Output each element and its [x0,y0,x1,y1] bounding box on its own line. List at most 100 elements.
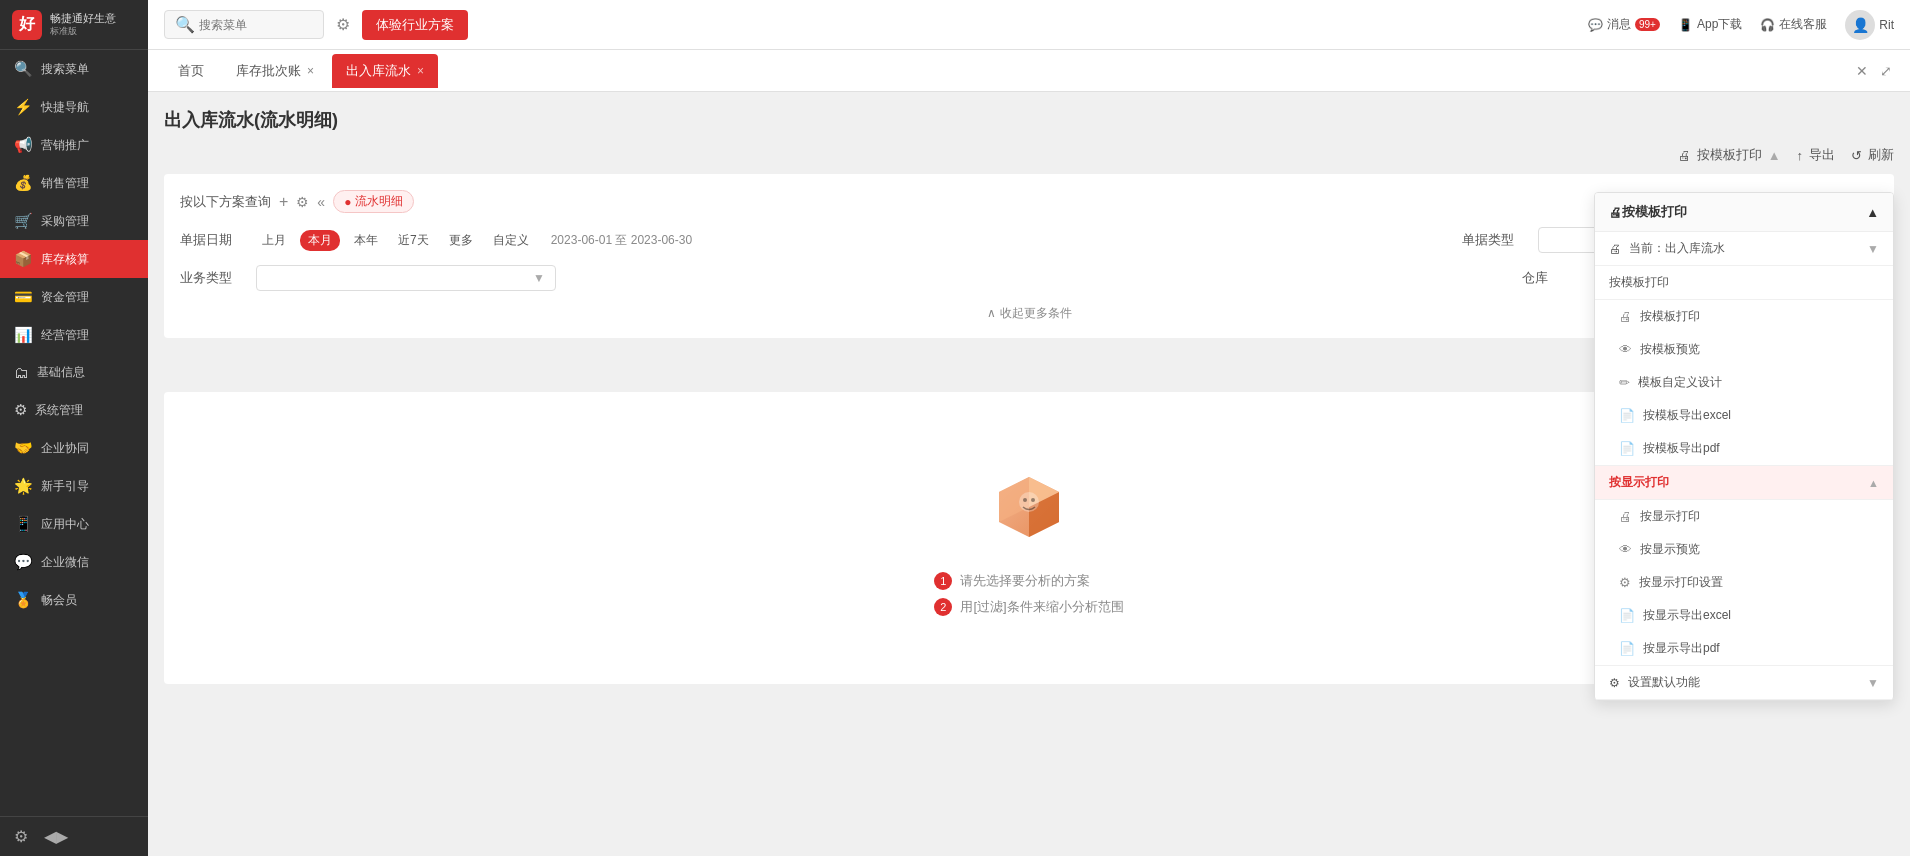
trial-btn[interactable]: 体验行业方案 [362,10,468,40]
date-btn-this-year[interactable]: 本年 [348,230,384,251]
display-print-settings-item[interactable]: ⚙ 按显示打印设置 [1595,566,1893,599]
sidebar-item-operations[interactable]: 📊 经营管理 [0,316,148,354]
display-section-label: 按显示打印 [1609,474,1669,491]
display-section-title[interactable]: 按显示打印 ▲ [1595,466,1893,500]
sidebar-item-inventory[interactable]: 📦 库存核算 [0,240,148,278]
messages-badge: 99+ [1635,18,1660,31]
app-download-label: App下载 [1697,16,1742,33]
sidebar-item-newbie[interactable]: 🌟 新手引导 [0,467,148,505]
template-custom-label: 模板自定义设计 [1638,374,1722,391]
sidebar-item-finance[interactable]: 💳 资金管理 [0,278,148,316]
sidebar-label-finance: 资金管理 [41,289,89,306]
sidebar-item-system[interactable]: ⚙ 系统管理 [0,391,148,429]
export-icon: ↑ [1797,148,1804,163]
topbar-app-download[interactable]: 📱 App下载 [1678,16,1742,33]
date-range-display: 2023-06-01 至 2023-06-30 [551,232,692,249]
date-btn-7days[interactable]: 近7天 [392,230,435,251]
collapse-btn[interactable]: ∧ 收起更多条件 [987,305,1072,322]
date-btn-last-month[interactable]: 上月 [256,230,292,251]
topbar-user[interactable]: 👤 Rit [1845,10,1894,40]
sidebar-item-quicknav[interactable]: ⚡ 快捷导航 [0,88,148,126]
message-icon: 💬 [1588,18,1603,32]
main-content: 🔍 ⚙ 体验行业方案 💬 消息 99+ 📱 App下载 🎧 在线客服 👤 Rit [148,0,1910,856]
sidebar-item-marketing[interactable]: 📢 营销推广 [0,126,148,164]
print-template-btn[interactable]: 🖨 按模板打印 ▲ [1678,146,1781,164]
template-custom-item[interactable]: ✏ 模板自定义设计 [1595,366,1893,399]
empty-step-2: 2 用[过滤]条件来缩小分析范围 [934,598,1123,616]
topbar-search-input[interactable] [199,18,319,32]
sidebar-item-basics[interactable]: 🗂 基础信息 [0,354,148,391]
sidebar-label-sales: 销售管理 [41,175,89,192]
filter-add-icon[interactable]: + [279,193,288,211]
sidebar-label-newbie: 新手引导 [41,478,89,495]
date-btn-custom[interactable]: 自定义 [487,230,535,251]
display-export-pdf-item[interactable]: 📄 按显示导出pdf [1595,632,1893,665]
sidebar-collapse-icon[interactable]: ◀▶ [44,827,68,846]
default-section[interactable]: ⚙ 设置默认功能 ▼ [1595,666,1893,700]
messages-label: 消息 [1607,16,1631,33]
template-print-label: 按模板打印 [1640,308,1700,325]
print-template-label: 按模板打印 [1697,146,1762,164]
topbar-online-service[interactable]: 🎧 在线客服 [1760,16,1827,33]
sidebar-item-membership[interactable]: 🏅 畅会员 [0,581,148,619]
template-preview-item[interactable]: 👁 按模板预览 [1595,333,1893,366]
date-btn-this-month[interactable]: 本月 [300,230,340,251]
template-print-item[interactable]: 🖨 按模板打印 [1595,300,1893,333]
sidebar-settings-icon[interactable]: ⚙ [14,827,28,846]
flow-detail-tag[interactable]: ● 流水明细 [333,190,414,213]
refresh-btn[interactable]: ↺ 刷新 [1851,146,1894,164]
display-excel-icon: 📄 [1619,608,1635,623]
dropdown-close-icon[interactable]: ▲ [1866,205,1879,220]
page-toolbar: 🖨 按模板打印 ▲ ↑ 导出 ↺ 刷新 [164,146,1894,164]
template-excel-label: 按模板导出excel [1643,407,1731,424]
display-export-excel-item[interactable]: 📄 按显示导出excel [1595,599,1893,632]
date-btn-more[interactable]: 更多 [443,230,479,251]
sidebar-item-appcenter[interactable]: 📱 应用中心 [0,505,148,543]
sidebar-label-wechat: 企业微信 [41,554,89,571]
filter-collapse-icon[interactable]: « [317,194,325,210]
default-section-icon: ⚙ [1609,676,1620,690]
export-btn[interactable]: ↑ 导出 [1797,146,1836,164]
tab-batch[interactable]: 库存批次账 × [222,54,328,88]
expand-tab-icon[interactable]: ⤢ [1878,61,1894,81]
template-section-label: 按模板打印 [1609,274,1669,291]
template-custom-icon: ✏ [1619,375,1630,390]
template-excel-icon: 📄 [1619,408,1635,423]
sidebar-item-purchase[interactable]: 🛒 采购管理 [0,202,148,240]
topbar-search-icon: 🔍 [175,15,195,34]
filter-settings-icon[interactable]: ⚙ [296,194,309,210]
display-preview-item[interactable]: 👁 按显示预览 [1595,533,1893,566]
sidebar-label-appcenter: 应用中心 [41,516,89,533]
sidebar-label-marketing: 营销推广 [41,137,89,154]
avatar: 👤 [1845,10,1875,40]
tab-flow-close-icon[interactable]: × [417,64,424,78]
template-preview-label: 按模板预览 [1640,341,1700,358]
tab-home[interactable]: 首页 [164,54,218,88]
sidebar-item-sales[interactable]: 💰 销售管理 [0,164,148,202]
template-section-title[interactable]: 按模板打印 [1595,266,1893,300]
tab-flow[interactable]: 出入库流水 × [332,54,438,88]
topbar-search-box[interactable]: 🔍 [164,10,324,39]
refresh-label: 刷新 [1868,146,1894,164]
topbar-gear-icon[interactable]: ⚙ [336,15,350,34]
sidebar-item-cooperation[interactable]: 🤝 企业协同 [0,429,148,467]
collapse-label: 收起更多条件 [1000,305,1072,322]
cooperation-icon: 🤝 [14,439,33,457]
sidebar-item-wechat[interactable]: 💬 企业微信 [0,543,148,581]
sidebar-item-search[interactable]: 🔍 搜索菜单 [0,50,148,88]
app-name: 畅捷通好生意 [50,11,116,25]
business-type-select[interactable]: ▼ [256,265,556,291]
close-tab-icon[interactable]: ✕ [1854,61,1870,81]
template-export-pdf-item[interactable]: 📄 按模板导出pdf [1595,432,1893,465]
business-type-dropdown-icon: ▼ [533,271,545,285]
empty-steps: 1 请先选择要分析的方案 2 用[过滤]条件来缩小分析范围 [934,572,1123,624]
dropdown-current-item[interactable]: 🖨 当前：出入库流水 ▼ [1595,232,1893,266]
topbar-messages[interactable]: 💬 消息 99+ [1588,16,1660,33]
filter-title: 按以下方案查询 [180,193,271,211]
display-print-item[interactable]: 🖨 按显示打印 [1595,500,1893,533]
template-export-excel-item[interactable]: 📄 按模板导出excel [1595,399,1893,432]
tab-batch-close-icon[interactable]: × [307,64,314,78]
current-item-arrow: ▼ [1867,242,1879,256]
sidebar-nav: 🔍 搜索菜单 ⚡ 快捷导航 📢 营销推广 💰 销售管理 🛒 采购管理 📦 库存核… [0,50,148,816]
inventory-icon: 📦 [14,250,33,268]
